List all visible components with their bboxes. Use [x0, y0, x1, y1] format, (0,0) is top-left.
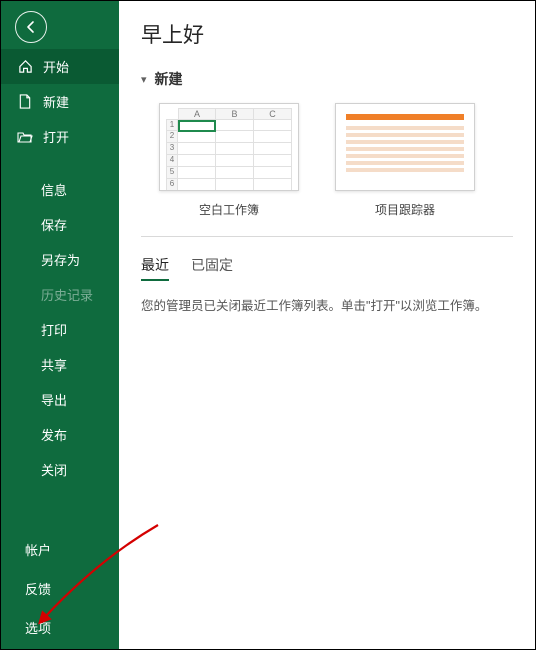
template-blank-workbook[interactable]: A B C 1 2 3 4 5 6 空白工作簿 — [159, 103, 299, 218]
sidebar-item-label: 另存为 — [41, 250, 80, 269]
template-label: 项目跟踪器 — [375, 201, 435, 218]
arrow-left-icon — [23, 19, 39, 35]
main-panel: 早上好 ▾ 新建 A B C 1 2 3 4 5 — [119, 1, 535, 649]
home-icon — [17, 59, 33, 74]
sidebar-item-open[interactable]: 打开 — [1, 119, 119, 154]
sidebar-item-save-as[interactable]: 另存为 — [1, 242, 119, 277]
greeting-title: 早上好 — [141, 19, 513, 49]
sidebar-mid-group: 信息 保存 另存为 历史记录 打印 共享 导出 发布 — [1, 172, 119, 487]
sidebar-item-label: 新建 — [43, 92, 69, 111]
tab-recent[interactable]: 最近 — [141, 255, 169, 281]
folder-open-icon — [17, 130, 33, 144]
sidebar-item-label: 保存 — [41, 215, 67, 234]
sidebar-item-account[interactable]: 帐户 — [1, 530, 119, 569]
mini-rownum: 6 — [166, 179, 178, 191]
template-thumb — [335, 103, 475, 191]
file-icon — [17, 94, 33, 109]
sidebar-item-save[interactable]: 保存 — [1, 207, 119, 242]
sidebar-item-info[interactable]: 信息 — [1, 172, 119, 207]
sidebar-item-label: 共享 — [41, 355, 67, 374]
back-button[interactable] — [15, 11, 47, 43]
sidebar-item-label: 信息 — [41, 180, 67, 199]
tab-pinned[interactable]: 已固定 — [191, 255, 233, 281]
mini-rownum: 2 — [166, 131, 178, 143]
sidebar-item-export[interactable]: 导出 — [1, 382, 119, 417]
template-project-tracker[interactable]: 项目跟踪器 — [335, 103, 475, 218]
sidebar-item-history: 历史记录 — [1, 277, 119, 312]
sidebar-item-label: 选项 — [25, 618, 51, 637]
sidebar-item-label: 导出 — [41, 390, 67, 409]
chevron-down-icon: ▾ — [141, 73, 147, 86]
sidebar-item-new[interactable]: 新建 — [1, 84, 119, 119]
sidebar-item-label: 帐户 — [25, 540, 51, 559]
template-thumb: A B C 1 2 3 4 5 6 — [159, 103, 299, 191]
tab-label: 最近 — [141, 257, 169, 273]
divider — [141, 236, 513, 237]
sidebar-item-share[interactable]: 共享 — [1, 347, 119, 382]
template-label: 空白工作簿 — [199, 201, 259, 218]
sidebar-item-label: 打开 — [43, 127, 69, 146]
sidebar-item-print[interactable]: 打印 — [1, 312, 119, 347]
mini-rownum: 4 — [166, 155, 178, 167]
app-window: 开始 新建 打开 信息 保存 另存为 — [0, 0, 536, 650]
recent-empty-message: 您的管理员已关闭最近工作簿列表。单击"打开"以浏览工作簿。 — [141, 297, 513, 316]
sidebar-item-label: 关闭 — [41, 460, 67, 479]
mini-rownum: 5 — [166, 167, 178, 179]
recent-tabs: 最近 已固定 — [141, 255, 513, 281]
sidebar-item-label: 打印 — [41, 320, 67, 339]
sidebar-item-publish[interactable]: 发布 — [1, 417, 119, 452]
new-section-label: 新建 — [155, 69, 183, 89]
mini-rownum: 1 — [166, 119, 178, 131]
sidebar-item-options[interactable]: 选项 — [1, 608, 119, 647]
sidebar-item-home[interactable]: 开始 — [1, 49, 119, 84]
sidebar-item-close[interactable]: 关闭 — [1, 452, 119, 487]
mini-rownum: 3 — [166, 143, 178, 155]
sidebar-top-group: 开始 新建 打开 — [1, 49, 119, 154]
sidebar-item-label: 反馈 — [25, 579, 51, 598]
sidebar-item-label: 发布 — [41, 425, 67, 444]
tab-label: 已固定 — [191, 257, 233, 273]
sidebar-item-feedback[interactable]: 反馈 — [1, 569, 119, 608]
sidebar-item-label: 开始 — [43, 57, 69, 76]
sidebar-bottom-group: 帐户 反馈 选项 — [1, 530, 119, 649]
template-row: A B C 1 2 3 4 5 6 空白工作簿 — [141, 103, 513, 218]
sidebar-item-label: 历史记录 — [41, 285, 93, 304]
sidebar: 开始 新建 打开 信息 保存 另存为 — [1, 1, 119, 649]
new-section-header[interactable]: ▾ 新建 — [141, 69, 513, 89]
